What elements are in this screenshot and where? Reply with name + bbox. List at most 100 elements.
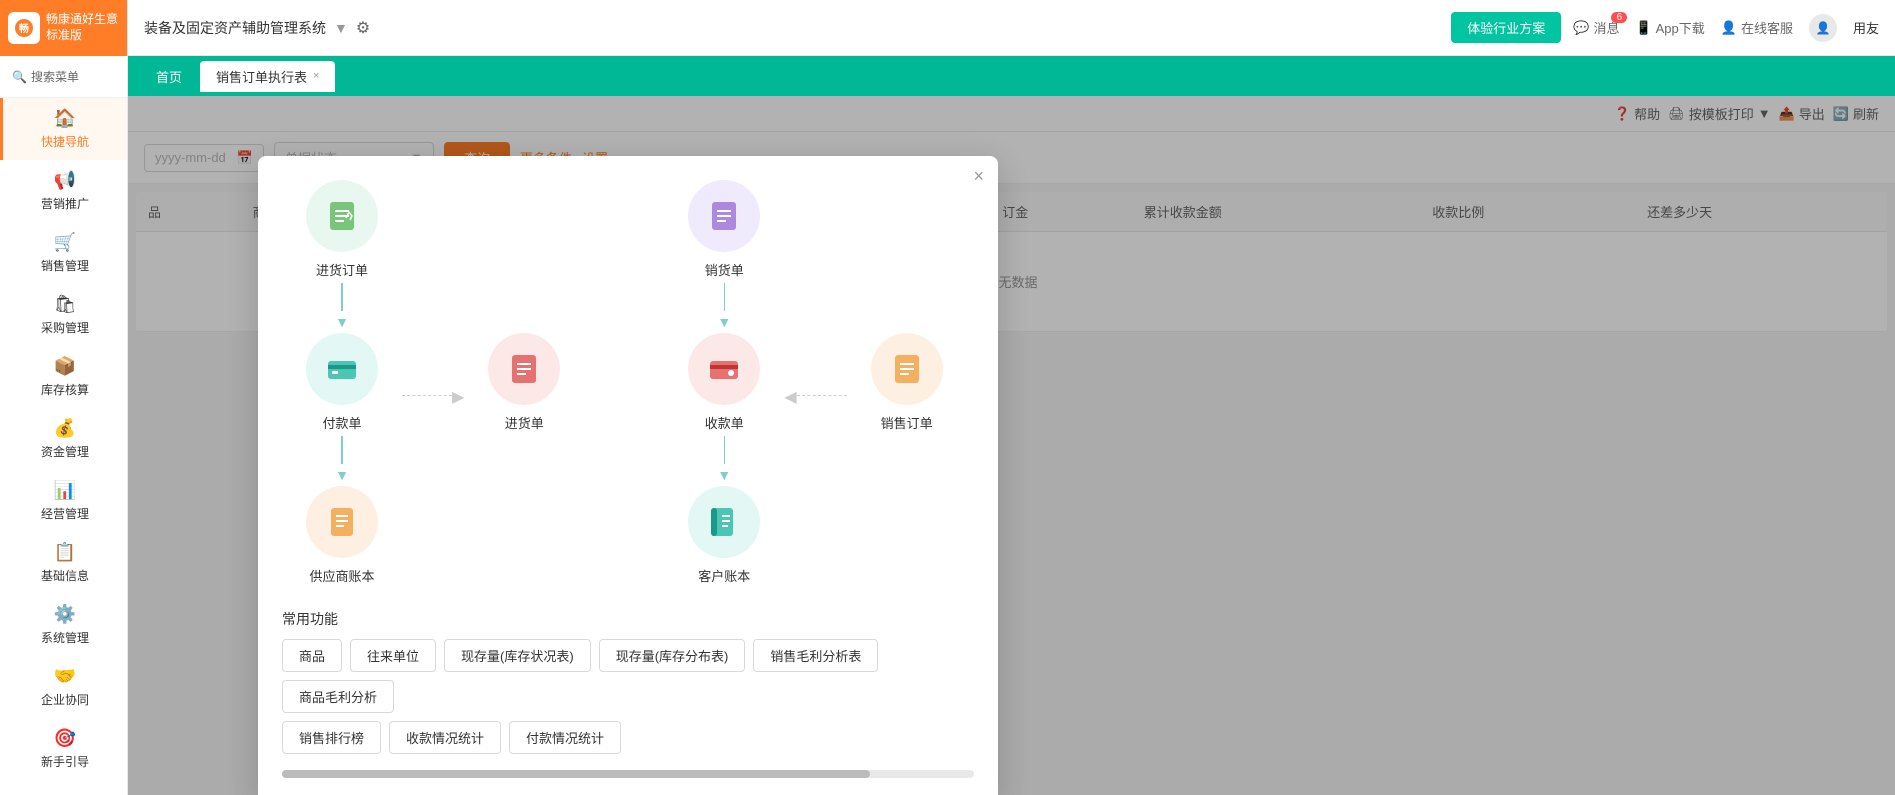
sidebar-item-finance[interactable]: 💰 资金管理 bbox=[0, 408, 127, 470]
collection-label: 收款单 bbox=[705, 413, 744, 432]
purchase-order-label: 进货订单 bbox=[316, 260, 368, 279]
common-btn-stock-status[interactable]: 现存量(库存状况表) bbox=[444, 639, 591, 672]
popup-dialog: × 进货订单 bbox=[258, 156, 998, 795]
common-btn-goods-profit[interactable]: 商品毛利分析 bbox=[282, 680, 394, 713]
arrow-v-1 bbox=[341, 283, 343, 311]
sidebar-item-inventory[interactable]: 📦 库存核算 bbox=[0, 346, 127, 408]
sale-receipt-icon bbox=[688, 180, 760, 252]
sidebar-item-purchase[interactable]: 🛍 采购管理 bbox=[0, 284, 127, 346]
sales-icon: 🛒 bbox=[54, 232, 76, 253]
message-icon: 💬 bbox=[1573, 20, 1589, 36]
service-icon: 👤 bbox=[1721, 20, 1737, 36]
sidebar-item-basics[interactable]: 📋 基础信息 bbox=[0, 532, 127, 594]
common-btn-partners[interactable]: 往来单位 bbox=[350, 639, 436, 672]
tab-home[interactable]: 首页 bbox=[140, 61, 198, 92]
payment-icon bbox=[306, 333, 378, 405]
purchase-receipt-icon bbox=[488, 333, 560, 405]
tabbar: 首页 销售订单执行表 × bbox=[128, 56, 1895, 96]
download-icon: 📱 bbox=[1635, 20, 1651, 36]
arrow-down-4: ▼ bbox=[717, 468, 731, 482]
avatar: 👤 bbox=[1809, 14, 1837, 42]
arrow-down-1: ▼ bbox=[335, 315, 349, 329]
logo-text: 畅康通好生意 标准版 bbox=[46, 12, 118, 43]
basics-icon: 📋 bbox=[54, 542, 76, 563]
supplier-ledger-icon bbox=[306, 486, 378, 558]
sale-order-icon bbox=[871, 333, 943, 405]
arrow-v-3 bbox=[724, 283, 726, 311]
operations-icon: 📊 bbox=[54, 480, 76, 501]
common-btn-stock-dist[interactable]: 现存量(库存分布表) bbox=[599, 639, 746, 672]
common-btn-sale-rank[interactable]: 销售排行榜 bbox=[282, 721, 381, 754]
sidebar-item-sales[interactable]: 🛒 销售管理 bbox=[0, 222, 127, 284]
sidebar-logo: 畅 畅康通好生意 标准版 bbox=[0, 0, 127, 56]
search-menu-button[interactable]: 🔍 搜索菜单 bbox=[8, 64, 119, 89]
system-icon: ⚙️ bbox=[54, 604, 76, 625]
system-dropdown-icon[interactable]: ▼ bbox=[334, 20, 348, 36]
flow-node-supplier-ledger: 供应商账本 bbox=[282, 486, 402, 585]
common-functions-title: 常用功能 bbox=[282, 609, 974, 629]
newbie-icon: 🎯 bbox=[54, 728, 76, 749]
inventory-icon: 📦 bbox=[54, 356, 76, 377]
arrow-down-3: ▼ bbox=[717, 315, 731, 329]
svg-text:畅: 畅 bbox=[19, 22, 29, 35]
common-btn-payment-stats[interactable]: 付款情况统计 bbox=[509, 721, 621, 754]
sidebar-item-marketing[interactable]: 📢 营销推广 bbox=[0, 160, 127, 222]
purchase-receipt-label: 进货单 bbox=[505, 413, 544, 432]
flow-node-customer-ledger: 客户账本 bbox=[664, 486, 784, 585]
topbar-right: 💬 消息 6 📱 App下载 👤 在线客服 👤 用友 bbox=[1573, 14, 1879, 42]
experience-btn[interactable]: 体验行业方案 bbox=[1451, 12, 1561, 43]
collection-icon bbox=[688, 333, 760, 405]
arrow-v-2 bbox=[341, 436, 343, 464]
common-btn-sale-profit[interactable]: 销售毛利分析表 bbox=[753, 639, 878, 672]
flow-node-sale-receipt: 销货单 bbox=[664, 180, 784, 279]
flow-node-collection: 收款单 bbox=[664, 333, 784, 432]
enterprise-icon: 🤝 bbox=[54, 666, 76, 687]
popup-scrollbar[interactable] bbox=[282, 770, 974, 778]
supplier-ledger-label: 供应商账本 bbox=[309, 566, 374, 585]
flow-node-purchase-receipt: 进货单 bbox=[464, 333, 584, 432]
message-action[interactable]: 💬 消息 6 bbox=[1573, 18, 1619, 37]
page-content: ❓ 帮助 🖨 按模板打印 ▼ 📤 导出 🔄 刷新 bbox=[128, 96, 1895, 795]
online-service-action[interactable]: 👤 在线客服 bbox=[1721, 18, 1793, 37]
sidebar-item-enterprise[interactable]: 🤝 企业协同 bbox=[0, 656, 127, 718]
purchase-order-icon bbox=[306, 180, 378, 252]
common-buttons-row1: 商品 往来单位 现存量(库存状况表) 现存量(库存分布表) 销售毛利分析表 商品… bbox=[282, 639, 974, 713]
sidebar-nav: 🏠 快捷导航 📢 营销推广 🛒 销售管理 🛍 采购管理 📦 库存核算 💰 bbox=[0, 98, 127, 795]
arrow-h-1: ▶ bbox=[402, 359, 464, 407]
sidebar-search[interactable]: 🔍 搜索菜单 bbox=[0, 56, 127, 98]
settings-icon[interactable]: ⚙ bbox=[356, 18, 370, 38]
customer-ledger-icon bbox=[688, 486, 760, 558]
logo-icon: 畅 bbox=[8, 12, 40, 44]
finance-icon: 💰 bbox=[54, 418, 76, 439]
purchase-icon: 🛍 bbox=[54, 294, 77, 315]
popup-close-button[interactable]: × bbox=[973, 166, 984, 187]
common-functions: 常用功能 商品 往来单位 现存量(库存状况表) 现存量(库存分布表) 销售毛利分… bbox=[282, 609, 974, 754]
customer-ledger-label: 客户账本 bbox=[698, 566, 750, 585]
flow-node-payment: 付款单 bbox=[282, 333, 402, 432]
sale-receipt-label: 销货单 bbox=[705, 260, 744, 279]
app-download-action[interactable]: 📱 App下载 bbox=[1635, 18, 1704, 37]
flow-node-purchase-order: 进货订单 bbox=[282, 180, 402, 279]
main-content: 装备及固定资产辅助管理系统 ▼ ⚙ 体验行业方案 💬 消息 6 📱 App下载 … bbox=[128, 0, 1895, 795]
marketing-icon: 📢 bbox=[54, 170, 76, 191]
search-icon: 🔍 bbox=[12, 70, 27, 84]
home-icon: 🏠 bbox=[54, 108, 76, 129]
common-btn-collection-stats[interactable]: 收款情况统计 bbox=[389, 721, 501, 754]
sale-order-label: 销售订单 bbox=[881, 413, 933, 432]
tab-sales-order[interactable]: 销售订单执行表 × bbox=[200, 61, 335, 92]
arrow-v-4 bbox=[724, 436, 726, 464]
topbar: 装备及固定资产辅助管理系统 ▼ ⚙ 体验行业方案 💬 消息 6 📱 App下载 … bbox=[128, 0, 1895, 56]
common-buttons-row2: 销售排行榜 收款情况统计 付款情况统计 bbox=[282, 721, 974, 754]
topbar-title: 装备及固定资产辅助管理系统 ▼ ⚙ bbox=[144, 18, 1439, 38]
popup-scrollbar-thumb bbox=[282, 770, 870, 778]
arrow-h-2: ◀ bbox=[784, 359, 846, 407]
common-btn-goods[interactable]: 商品 bbox=[282, 639, 342, 672]
sidebar: 畅 畅康通好生意 标准版 🔍 搜索菜单 🏠 快捷导航 📢 营销推广 bbox=[0, 0, 128, 795]
flow-node-sale-order: 销售订单 bbox=[847, 333, 967, 432]
sidebar-item-operations[interactable]: 📊 经营管理 bbox=[0, 470, 127, 532]
sidebar-item-newbie[interactable]: 🎯 新手引导 bbox=[0, 718, 127, 780]
payment-label: 付款单 bbox=[322, 413, 361, 432]
sidebar-item-quick-nav[interactable]: 🏠 快捷导航 bbox=[0, 98, 127, 160]
sidebar-item-system[interactable]: ⚙️ 系统管理 bbox=[0, 594, 127, 656]
tab-close-icon[interactable]: × bbox=[313, 70, 319, 82]
